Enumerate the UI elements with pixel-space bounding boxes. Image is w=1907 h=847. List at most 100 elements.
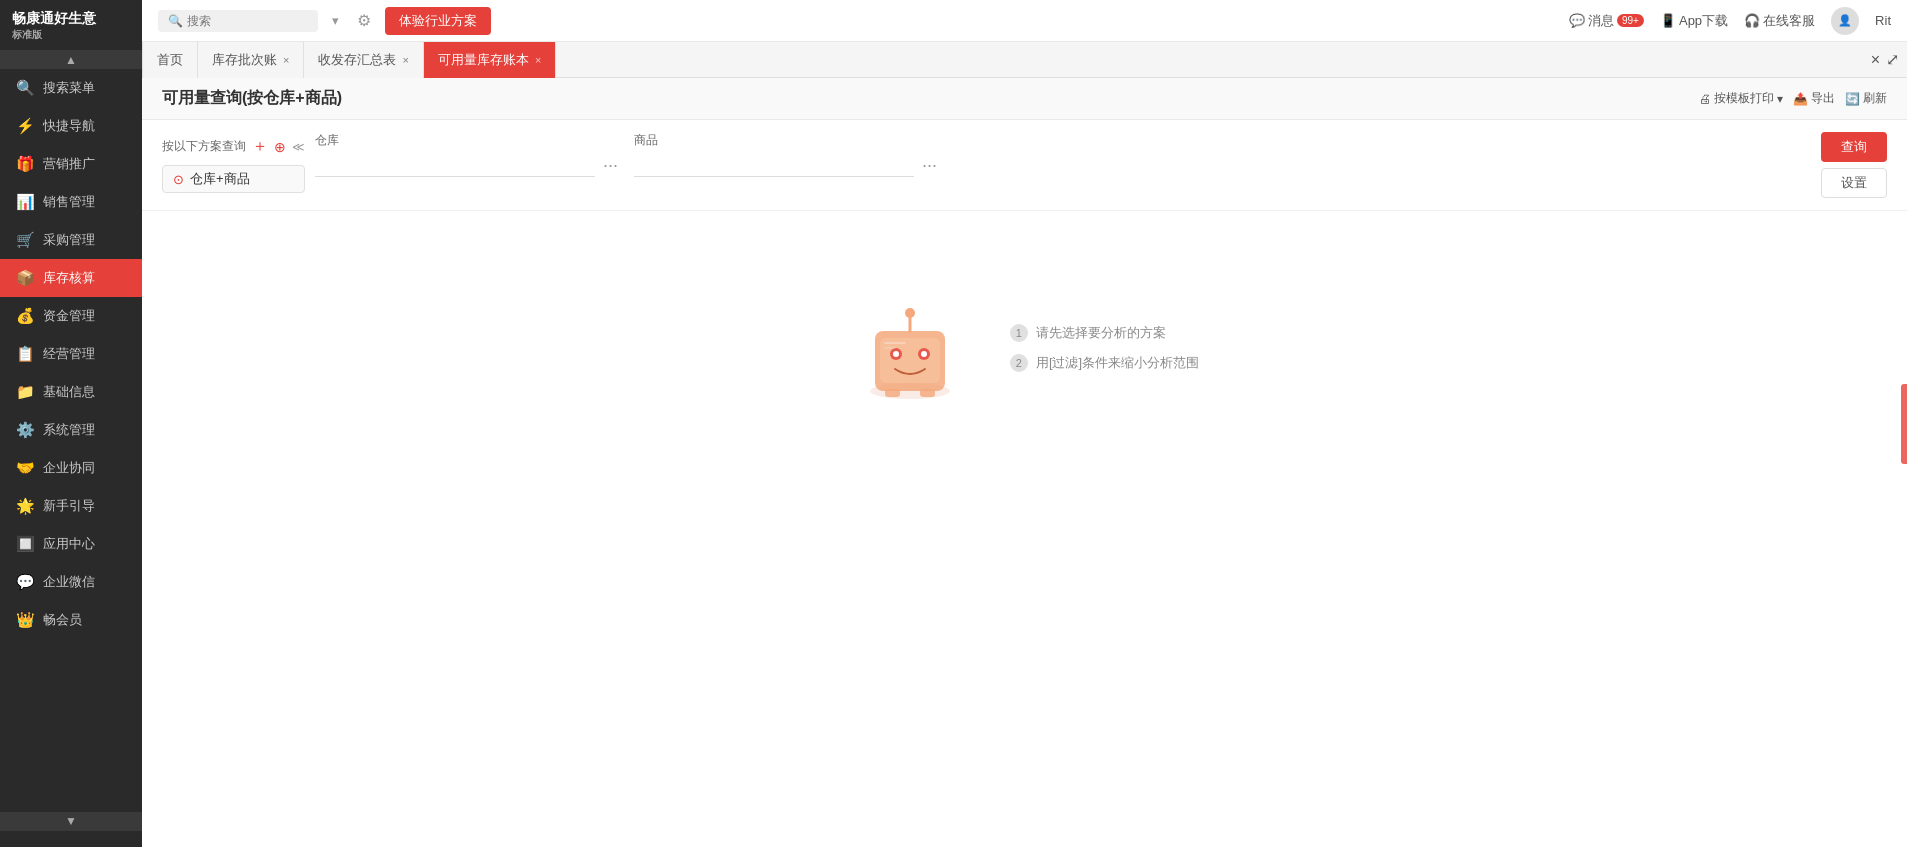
main-area: 🔍 ▾ ⚙ 体验行业方案 💬 消息 99+ 📱 App下载 🎧 在线客服 👤 R [142,0,1907,847]
sidebar-icon-sales: 📊 [16,193,35,211]
sidebar-item-quicknav[interactable]: ⚡快捷导航 [0,107,142,145]
tip-number: 2 [1010,354,1028,372]
query-button[interactable]: 查询 [1821,132,1887,162]
sidebar-item-purchase[interactable]: 🛒 采购管理 [0,221,142,259]
sidebar-icon-finance: 💰 [16,307,35,325]
svg-rect-9 [885,389,900,397]
sidebar-menu: 🔍搜索菜单⚡快捷导航🎁营销推广📊销售管理 🛒 采购管理 📦库存核算💰资金管理📋经营管理… [0,69,142,812]
settings-button[interactable]: 设置 [1821,168,1887,198]
page-title: 可用量查询(按仓库+商品) [162,88,342,109]
sidebar-label-member: 畅会员 [43,611,82,629]
sidebar-label-newguide: 新手引导 [43,497,95,515]
scheme-radio-icon: ⊙ [173,172,184,187]
tab-close-summary[interactable]: × [402,54,408,66]
filter-main: 仓库 ··· 商品 ··· [315,132,1811,177]
avatar[interactable]: 👤 [1831,7,1859,35]
warehouse-input[interactable] [315,153,595,177]
svg-rect-2 [880,338,940,383]
tip-text: 用[过滤]条件来缩小分析范围 [1036,354,1199,372]
sidebar-icon-purchase: 🛒 [16,231,35,249]
goods-more-icon[interactable]: ··· [922,156,937,174]
sidebar-label-inventory: 库存核算 [43,269,95,287]
sidebar-item-wechat[interactable]: 💬 企业微信 [0,563,142,601]
search-icon: 🔍 [168,14,183,28]
tab-close-batch[interactable]: × [283,54,289,66]
online-service-link[interactable]: 🎧 在线客服 [1744,12,1815,30]
filter-label: 按以下方案查询 ＋ ⊕ ≪ [162,132,305,157]
sidebar-item-operations[interactable]: 📋经营管理 [0,335,142,373]
tab-available[interactable]: 可用量库存账本× [424,42,556,78]
refresh-button[interactable]: 🔄 刷新 [1845,90,1887,107]
filter-settings-icon[interactable]: ⊕ [274,139,286,155]
filter-goods-group: 商品 ··· [634,132,937,177]
sidebar-label-enterprise: 企业协同 [43,459,95,477]
content-area: 可用量查询(按仓库+商品) 🖨 按模板打印 ▾ 📤 导出 🔄 刷新 [142,78,1907,847]
tab-summary[interactable]: 收发存汇总表× [304,42,423,78]
right-edge-indicator [1901,384,1907,464]
sidebar-item-basic[interactable]: 📁基础信息 [0,373,142,411]
app-download-link[interactable]: 📱 App下载 [1660,12,1728,30]
tab-close-available[interactable]: × [535,54,541,66]
sidebar-item-enterprise[interactable]: 🤝企业协同 [0,449,142,487]
tab-home[interactable]: 首页 [142,42,198,78]
sidebar-bottom [0,830,142,847]
sidebar-item-finance[interactable]: 💰资金管理 [0,297,142,335]
sidebar-item-inventory[interactable]: 📦库存核算 [0,259,142,297]
industry-solution-button[interactable]: 体验行业方案 [385,7,491,35]
export-label: 导出 [1811,90,1835,107]
search-chevron-icon[interactable]: ▾ [328,9,343,32]
sidebar-item-member[interactable]: 👑 畅会员 [0,601,142,639]
tab-batch[interactable]: 库存批次账× [198,42,304,78]
sidebar-item-marketing[interactable]: 🎁营销推广 [0,145,142,183]
notifications-badge: 99+ [1617,14,1644,27]
sidebar-icon-operations: 📋 [16,345,35,363]
topbar-gear-icon[interactable]: ⚙ [353,7,375,34]
app-logo: 畅康通好生意 标准版 [0,0,142,51]
sidebar-icon-member: 👑 [16,611,35,629]
app-name: 畅康通好生意 [12,10,130,28]
filter-scheme-item[interactable]: ⊙ 仓库+商品 [162,165,305,193]
print-label: 按模板打印 [1714,90,1774,107]
goods-input[interactable] [634,153,914,177]
filter-add-icon[interactable]: ＋ [252,136,268,157]
username-label[interactable]: Rit [1875,13,1891,28]
sidebar-item-sales[interactable]: 📊销售管理 [0,183,142,221]
sidebar-label-purchase: 采购管理 [43,231,95,249]
print-button[interactable]: 🖨 按模板打印 ▾ [1699,90,1783,107]
sidebar-label-basic: 基础信息 [43,383,95,401]
sidebar-icon-wechat: 💬 [16,573,35,591]
topbar-search-box[interactable]: 🔍 [158,10,318,32]
search-input[interactable] [187,14,308,28]
sidebar-label-system: 系统管理 [43,421,95,439]
sidebar-item-search[interactable]: 🔍搜索菜单 [0,69,142,107]
empty-tip: 1请先选择要分析的方案 [1010,324,1199,342]
sidebar-icon-appcenter: 🔲 [16,535,35,553]
tip-number: 1 [1010,324,1028,342]
warehouse-input-row: ··· [315,153,618,177]
sidebar-label-search: 搜索菜单 [43,79,95,97]
tab-close-all-icon[interactable]: × [1871,51,1880,69]
sidebar-item-system[interactable]: ⚙️系统管理 [0,411,142,449]
filter-section: 按以下方案查询 ＋ ⊕ ≪ ⊙ 仓库+商品 仓库 ··· [142,120,1907,211]
sidebar-item-newguide[interactable]: 🌟 新手引导 [0,487,142,525]
filter-collapse-icon[interactable]: ≪ [292,140,305,154]
notifications-label: 消息 [1588,12,1614,30]
export-button[interactable]: 📤 导出 [1793,90,1835,107]
sidebar-icon-newguide: 🌟 [16,497,35,515]
avatar-placeholder: 👤 [1838,14,1852,27]
tab-expand-icon[interactable]: ⤢ [1886,50,1899,69]
filter-actions-right: 查询 设置 [1821,132,1887,198]
sidebar-scroll-up[interactable]: ▲ [0,51,142,69]
sidebar-scroll-down[interactable]: ▼ [0,812,142,830]
sidebar-icon-marketing: 🎁 [16,155,35,173]
warehouse-more-icon[interactable]: ··· [603,156,618,174]
filter-warehouse-group: 仓库 ··· [315,132,618,177]
empty-tips: 1请先选择要分析的方案 2 用[过滤]条件来缩小分析范围 [1010,324,1199,372]
sidebar-label-wechat: 企业微信 [43,573,95,591]
sidebar-item-appcenter[interactable]: 🔲应用中心 [0,525,142,563]
tabbar-actions: × ⤢ [1871,50,1907,69]
online-service-label: 在线客服 [1763,12,1815,30]
notifications-link[interactable]: 💬 消息 99+ [1569,12,1644,30]
svg-point-8 [905,308,915,318]
filter-left: 按以下方案查询 ＋ ⊕ ≪ ⊙ 仓库+商品 [162,132,305,193]
